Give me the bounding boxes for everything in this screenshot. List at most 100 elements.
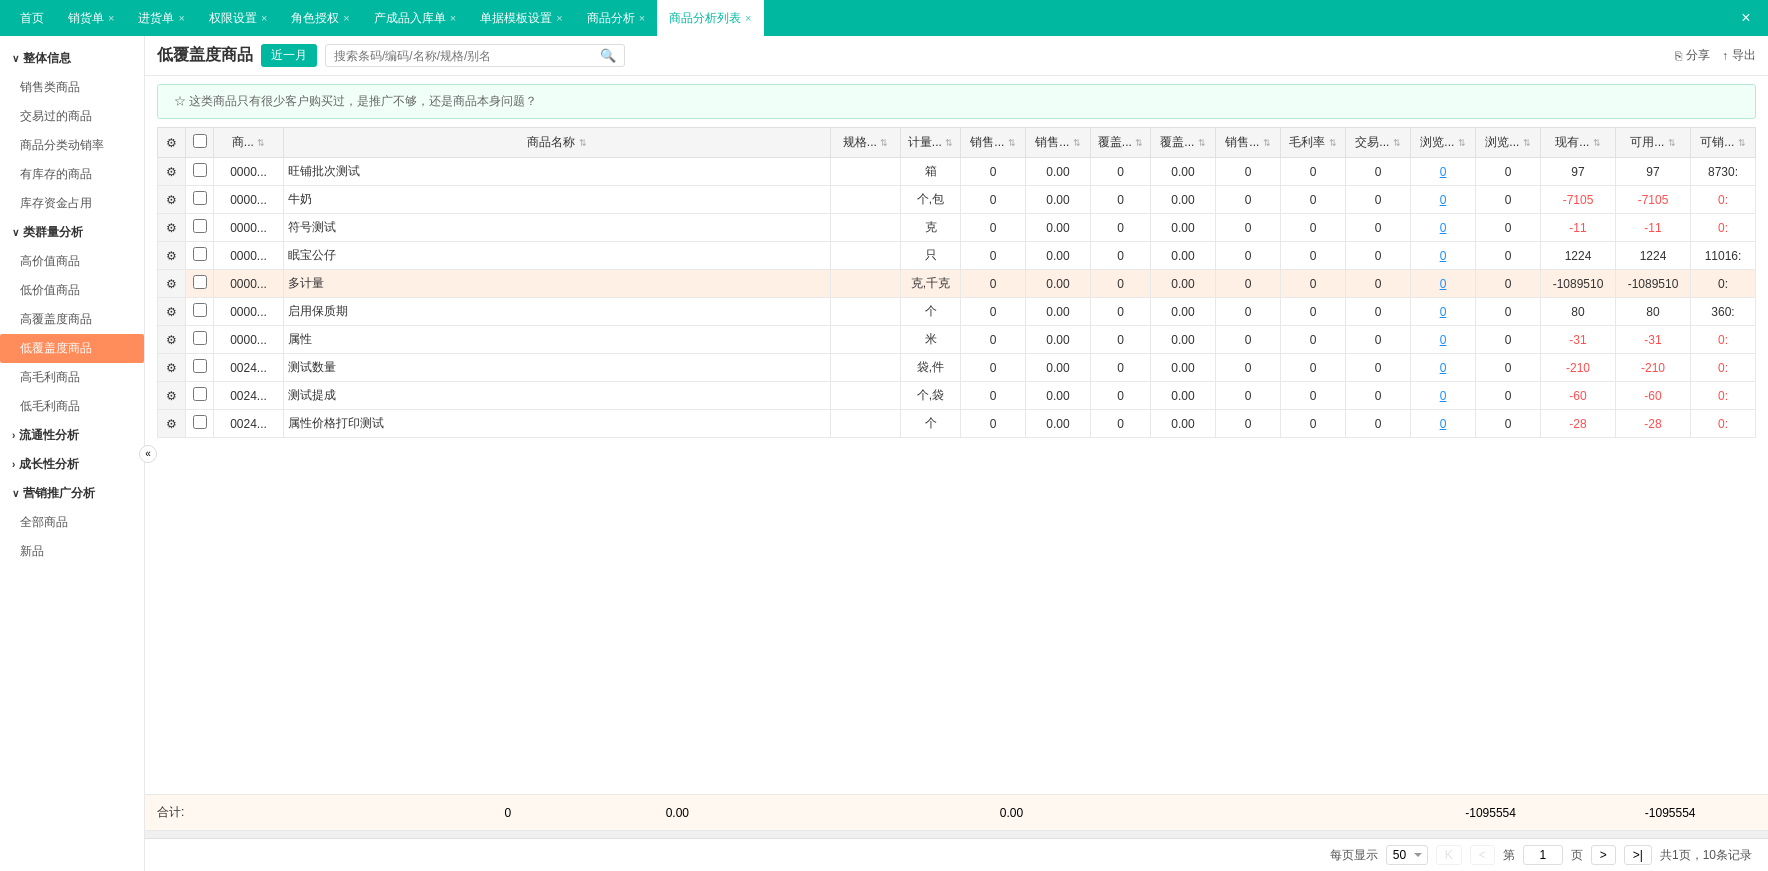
cell-browse1[interactable]: 0	[1411, 186, 1476, 214]
nav-item-sales[interactable]: 销货单 ×	[56, 0, 126, 36]
nav-close-template[interactable]: ×	[556, 12, 562, 24]
column-current[interactable]: 现有... ⇅	[1541, 128, 1616, 158]
nav-item-goods-analysis[interactable]: 商品分析 ×	[575, 0, 657, 36]
sidebar-item-high-coverage[interactable]: 高覆盖度商品	[0, 305, 144, 334]
sidebar-item-inventory-capital[interactable]: 库存资金占用	[0, 189, 144, 218]
next-page-btn[interactable]: >	[1591, 845, 1616, 865]
row-checkbox[interactable]	[193, 387, 207, 401]
row-checkbox[interactable]	[193, 191, 207, 205]
sidebar-item-all-goods[interactable]: 全部商品	[0, 508, 144, 537]
browse1-link[interactable]: 0	[1440, 165, 1447, 179]
share-btn[interactable]: ⎘ 分享	[1675, 47, 1710, 64]
row-checkbox[interactable]	[193, 415, 207, 429]
cell-browse1[interactable]: 0	[1411, 382, 1476, 410]
column-gear[interactable]: ⚙	[158, 128, 186, 158]
column-transaction[interactable]: 交易... ⇅	[1346, 128, 1411, 158]
column-gross[interactable]: 毛利率 ⇅	[1281, 128, 1346, 158]
column-browse2[interactable]: 浏览... ⇅	[1476, 128, 1541, 158]
column-spec[interactable]: 规格... ⇅	[831, 128, 901, 158]
browse1-link[interactable]: 0	[1440, 193, 1447, 207]
column-available[interactable]: 可用... ⇅	[1616, 128, 1691, 158]
column-sales-amt[interactable]: 销售... ⇅	[1026, 128, 1091, 158]
sidebar-item-new-goods[interactable]: 新品	[0, 537, 144, 566]
time-filter-btn[interactable]: 近一月	[261, 44, 317, 67]
nav-close-role[interactable]: ×	[343, 12, 349, 24]
sidebar-item-traded-goods[interactable]: 交易过的商品	[0, 102, 144, 131]
sidebar-group-marketing[interactable]: ∨ 营销推广分析	[0, 479, 144, 508]
cell-browse1[interactable]: 0	[1411, 270, 1476, 298]
browse1-link[interactable]: 0	[1440, 277, 1447, 291]
cell-checkbox[interactable]	[186, 410, 214, 438]
sidebar-item-high-value[interactable]: 高价值商品	[0, 247, 144, 276]
browse1-link[interactable]: 0	[1440, 249, 1447, 263]
cell-browse1[interactable]: 0	[1411, 158, 1476, 186]
cell-browse1[interactable]: 0	[1411, 410, 1476, 438]
per-page-select[interactable]: 50	[1386, 845, 1428, 865]
row-checkbox[interactable]	[193, 303, 207, 317]
nav-close-purchase[interactable]: ×	[178, 12, 184, 24]
column-sales-qty[interactable]: 销售... ⇅	[961, 128, 1026, 158]
row-checkbox[interactable]	[193, 247, 207, 261]
sidebar-group-cluster[interactable]: ∨ 类群量分析	[0, 218, 144, 247]
column-browse1[interactable]: 浏览... ⇅	[1411, 128, 1476, 158]
cell-checkbox[interactable]	[186, 354, 214, 382]
cell-checkbox[interactable]	[186, 186, 214, 214]
sidebar-item-low-value[interactable]: 低价值商品	[0, 276, 144, 305]
column-sellable[interactable]: 可销... ⇅	[1691, 128, 1756, 158]
nav-item-home[interactable]: 首页	[8, 0, 56, 36]
nav-item-template[interactable]: 单据模板设置 ×	[468, 0, 574, 36]
cell-checkbox[interactable]	[186, 214, 214, 242]
browse1-link[interactable]: 0	[1440, 417, 1447, 431]
nav-close-goods-analysis[interactable]: ×	[639, 12, 645, 24]
cell-browse1[interactable]: 0	[1411, 242, 1476, 270]
sidebar-item-low-coverage[interactable]: 低覆盖度商品	[0, 334, 144, 363]
row-checkbox[interactable]	[193, 163, 207, 177]
cell-checkbox[interactable]	[186, 270, 214, 298]
nav-item-permissions[interactable]: 权限设置 ×	[197, 0, 279, 36]
row-checkbox[interactable]	[193, 219, 207, 233]
column-unit[interactable]: 计量... ⇅	[901, 128, 961, 158]
select-all-checkbox[interactable]	[193, 134, 207, 148]
row-checkbox[interactable]	[193, 359, 207, 373]
nav-item-purchase[interactable]: 进货单 ×	[126, 0, 196, 36]
browse1-link[interactable]: 0	[1440, 333, 1447, 347]
search-input[interactable]	[334, 49, 596, 63]
sidebar-item-category-turnover[interactable]: 商品分类动销率	[0, 131, 144, 160]
nav-item-role[interactable]: 角色授权 ×	[279, 0, 361, 36]
cell-checkbox[interactable]	[186, 298, 214, 326]
prev-page-btn[interactable]: <	[1470, 845, 1495, 865]
browse1-link[interactable]: 0	[1440, 361, 1447, 375]
search-icon[interactable]: 🔍	[600, 48, 616, 63]
column-checkbox[interactable]	[186, 128, 214, 158]
cell-browse1[interactable]: 0	[1411, 326, 1476, 354]
cell-checkbox[interactable]	[186, 158, 214, 186]
nav-item-inventory[interactable]: 产成品入库单 ×	[362, 0, 468, 36]
sidebar-group-growth[interactable]: › 成长性分析	[0, 450, 144, 479]
export-btn[interactable]: ↑ 导出	[1722, 47, 1756, 64]
browse1-link[interactable]: 0	[1440, 221, 1447, 235]
column-cov1[interactable]: 覆盖... ⇅	[1091, 128, 1151, 158]
column-code[interactable]: 商... ⇅	[214, 128, 284, 158]
nav-close-goods-analysis-list[interactable]: ×	[745, 12, 751, 24]
sidebar-item-stocked-goods[interactable]: 有库存的商品	[0, 160, 144, 189]
cell-browse1[interactable]: 0	[1411, 354, 1476, 382]
sidebar-item-high-margin[interactable]: 高毛利商品	[0, 363, 144, 392]
browse1-link[interactable]: 0	[1440, 389, 1447, 403]
cell-browse1[interactable]: 0	[1411, 214, 1476, 242]
nav-item-goods-analysis-list[interactable]: 商品分析列表 ×	[657, 0, 763, 36]
row-checkbox[interactable]	[193, 275, 207, 289]
sidebar-item-low-margin[interactable]: 低毛利商品	[0, 392, 144, 421]
cell-checkbox[interactable]	[186, 382, 214, 410]
cell-checkbox[interactable]	[186, 326, 214, 354]
nav-close-permissions[interactable]: ×	[261, 12, 267, 24]
page-input[interactable]	[1523, 845, 1563, 865]
window-close-btn[interactable]: ×	[1732, 4, 1760, 32]
column-sales3[interactable]: 销售... ⇅	[1216, 128, 1281, 158]
row-checkbox[interactable]	[193, 331, 207, 345]
cell-checkbox[interactable]	[186, 242, 214, 270]
nav-close-sales[interactable]: ×	[108, 12, 114, 24]
sidebar-item-sales-goods[interactable]: 销售类商品	[0, 73, 144, 102]
sidebar-group-overall[interactable]: ∨ 整体信息	[0, 44, 144, 73]
sidebar-collapse-btn[interactable]: «	[139, 445, 157, 463]
sidebar-group-liquidity[interactable]: › 流通性分析	[0, 421, 144, 450]
